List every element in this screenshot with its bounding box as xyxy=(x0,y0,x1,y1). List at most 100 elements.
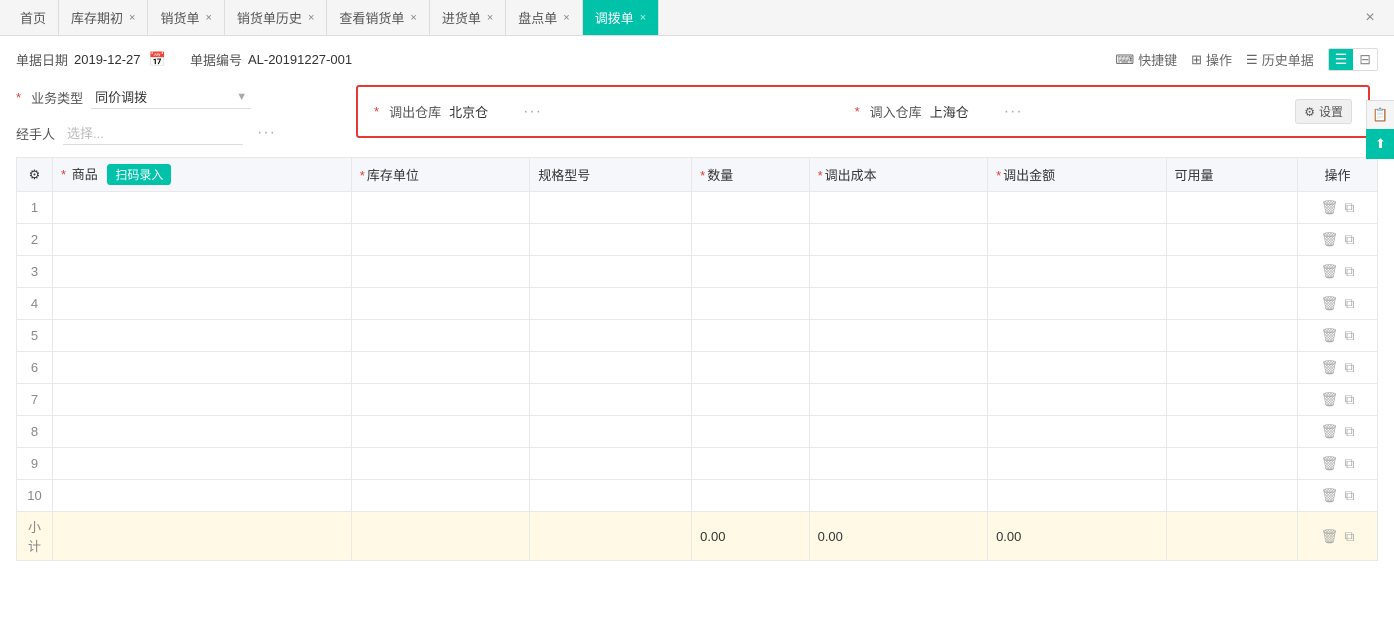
cell-amount[interactable] xyxy=(988,224,1166,256)
cell-available[interactable] xyxy=(1166,512,1297,561)
cell-unit[interactable] xyxy=(351,320,529,352)
cell-amount[interactable] xyxy=(988,256,1166,288)
cell-goods[interactable] xyxy=(53,192,352,224)
cell-qty[interactable] xyxy=(692,224,809,256)
cell-amount[interactable] xyxy=(988,480,1166,512)
copy-row-icon[interactable]: ⧉ xyxy=(1344,487,1354,503)
tab-sales-history-close[interactable]: × xyxy=(308,12,314,24)
cell-qty[interactable] xyxy=(692,320,809,352)
cell-cost[interactable] xyxy=(809,320,987,352)
cell-qty[interactable] xyxy=(692,448,809,480)
cell-unit[interactable] xyxy=(351,384,529,416)
cell-available[interactable] xyxy=(1166,480,1297,512)
copy-row-icon[interactable]: ⧉ xyxy=(1344,455,1354,471)
delete-row-icon[interactable]: 🗑 xyxy=(1321,359,1339,375)
delete-row-icon[interactable]: 🗑 xyxy=(1321,528,1339,544)
handler-dropdown[interactable]: 选择... xyxy=(63,121,243,145)
copy-row-icon[interactable]: ⧉ xyxy=(1344,327,1354,343)
cell-goods[interactable] xyxy=(53,384,352,416)
cell-spec[interactable] xyxy=(530,192,692,224)
tab-purchase-close[interactable]: × xyxy=(487,12,493,24)
delete-row-icon[interactable]: 🗑 xyxy=(1321,391,1339,407)
cell-qty[interactable] xyxy=(692,288,809,320)
cell-spec[interactable] xyxy=(530,288,692,320)
delete-row-icon[interactable]: 🗑 xyxy=(1321,455,1339,471)
copy-row-icon[interactable]: ⧉ xyxy=(1344,295,1354,311)
delete-row-icon[interactable]: 🗑 xyxy=(1321,263,1339,279)
cell-spec[interactable] xyxy=(530,352,692,384)
in-warehouse-more-button[interactable]: ··· xyxy=(1004,103,1023,121)
cell-goods[interactable] xyxy=(53,224,352,256)
copy-row-icon[interactable]: ⧉ xyxy=(1344,391,1354,407)
tab-inventory-init-close[interactable]: × xyxy=(129,12,135,24)
cell-available[interactable] xyxy=(1166,320,1297,352)
tab-bar-close-button[interactable]: × xyxy=(1354,2,1386,34)
cell-goods[interactable] xyxy=(53,256,352,288)
delete-row-icon[interactable]: 🗑 xyxy=(1321,199,1339,215)
column-settings-icon[interactable]: ⚙ xyxy=(17,158,53,192)
tab-transfer[interactable]: 调拨单 × xyxy=(583,0,659,35)
cell-qty[interactable] xyxy=(692,256,809,288)
cell-goods[interactable] xyxy=(53,480,352,512)
cell-spec[interactable] xyxy=(530,448,692,480)
cell-available[interactable] xyxy=(1166,224,1297,256)
cell-available[interactable] xyxy=(1166,192,1297,224)
cell-available[interactable] xyxy=(1166,448,1297,480)
tab-home[interactable]: 首页 xyxy=(8,0,59,35)
cell-amount[interactable] xyxy=(988,192,1166,224)
cell-spec[interactable] xyxy=(530,224,692,256)
delete-row-icon[interactable]: 🗑 xyxy=(1321,231,1339,247)
tab-sales-order[interactable]: 销货单 × xyxy=(148,0,224,35)
copy-row-icon[interactable]: ⧉ xyxy=(1344,528,1354,544)
cell-qty[interactable] xyxy=(692,384,809,416)
scan-button[interactable]: 扫码录入 xyxy=(107,164,171,185)
cell-amount[interactable] xyxy=(988,384,1166,416)
shortcut-action[interactable]: ⌨ 快捷键 xyxy=(1115,50,1177,69)
cell-amount[interactable] xyxy=(988,288,1166,320)
cell-goods[interactable] xyxy=(53,288,352,320)
side-note-button[interactable]: 📋 xyxy=(1366,100,1394,130)
biz-type-dropdown[interactable]: 同价调拨 ▼ xyxy=(91,85,251,109)
tab-purchase[interactable]: 进货单 × xyxy=(430,0,506,35)
cell-unit[interactable] xyxy=(351,512,529,561)
cell-available[interactable] xyxy=(1166,256,1297,288)
handler-more-button[interactable]: ··· xyxy=(257,124,276,142)
cell-unit[interactable] xyxy=(351,192,529,224)
tab-stock-check[interactable]: 盘点单 × xyxy=(506,0,582,35)
cell-cost[interactable] xyxy=(809,480,987,512)
cell-goods[interactable] xyxy=(53,320,352,352)
cell-qty[interactable]: 0.00 xyxy=(692,512,809,561)
delete-row-icon[interactable]: 🗑 xyxy=(1321,295,1339,311)
calendar-icon[interactable]: 📅 xyxy=(149,51,166,68)
cell-amount[interactable] xyxy=(988,448,1166,480)
out-warehouse-more-button[interactable]: ··· xyxy=(523,103,542,121)
copy-row-icon[interactable]: ⧉ xyxy=(1344,231,1354,247)
copy-row-icon[interactable]: ⧉ xyxy=(1344,199,1354,215)
history-action[interactable]: ☰ 历史单据 xyxy=(1246,50,1314,69)
cell-amount[interactable]: 0.00 xyxy=(988,512,1166,561)
cell-unit[interactable] xyxy=(351,352,529,384)
cell-cost[interactable] xyxy=(809,416,987,448)
cell-amount[interactable] xyxy=(988,320,1166,352)
cell-spec[interactable] xyxy=(530,320,692,352)
cell-qty[interactable] xyxy=(692,416,809,448)
cell-amount[interactable] xyxy=(988,352,1166,384)
view-grid-icon[interactable]: ⊟ xyxy=(1353,49,1377,70)
tab-inventory-init[interactable]: 库存期初 × xyxy=(59,0,148,35)
copy-row-icon[interactable]: ⧉ xyxy=(1344,359,1354,375)
delete-row-icon[interactable]: 🗑 xyxy=(1321,487,1339,503)
cell-qty[interactable] xyxy=(692,352,809,384)
cell-cost[interactable] xyxy=(809,288,987,320)
cell-cost[interactable] xyxy=(809,192,987,224)
copy-row-icon[interactable]: ⧉ xyxy=(1344,423,1354,439)
cell-unit[interactable] xyxy=(351,224,529,256)
cell-goods[interactable] xyxy=(53,448,352,480)
cell-available[interactable] xyxy=(1166,416,1297,448)
cell-goods[interactable] xyxy=(53,416,352,448)
cell-spec[interactable] xyxy=(530,512,692,561)
tab-view-sales-close[interactable]: × xyxy=(410,12,416,24)
operate-action[interactable]: ⊞ 操作 xyxy=(1191,50,1232,69)
cell-unit[interactable] xyxy=(351,480,529,512)
cell-goods[interactable] xyxy=(53,512,352,561)
cell-unit[interactable] xyxy=(351,288,529,320)
